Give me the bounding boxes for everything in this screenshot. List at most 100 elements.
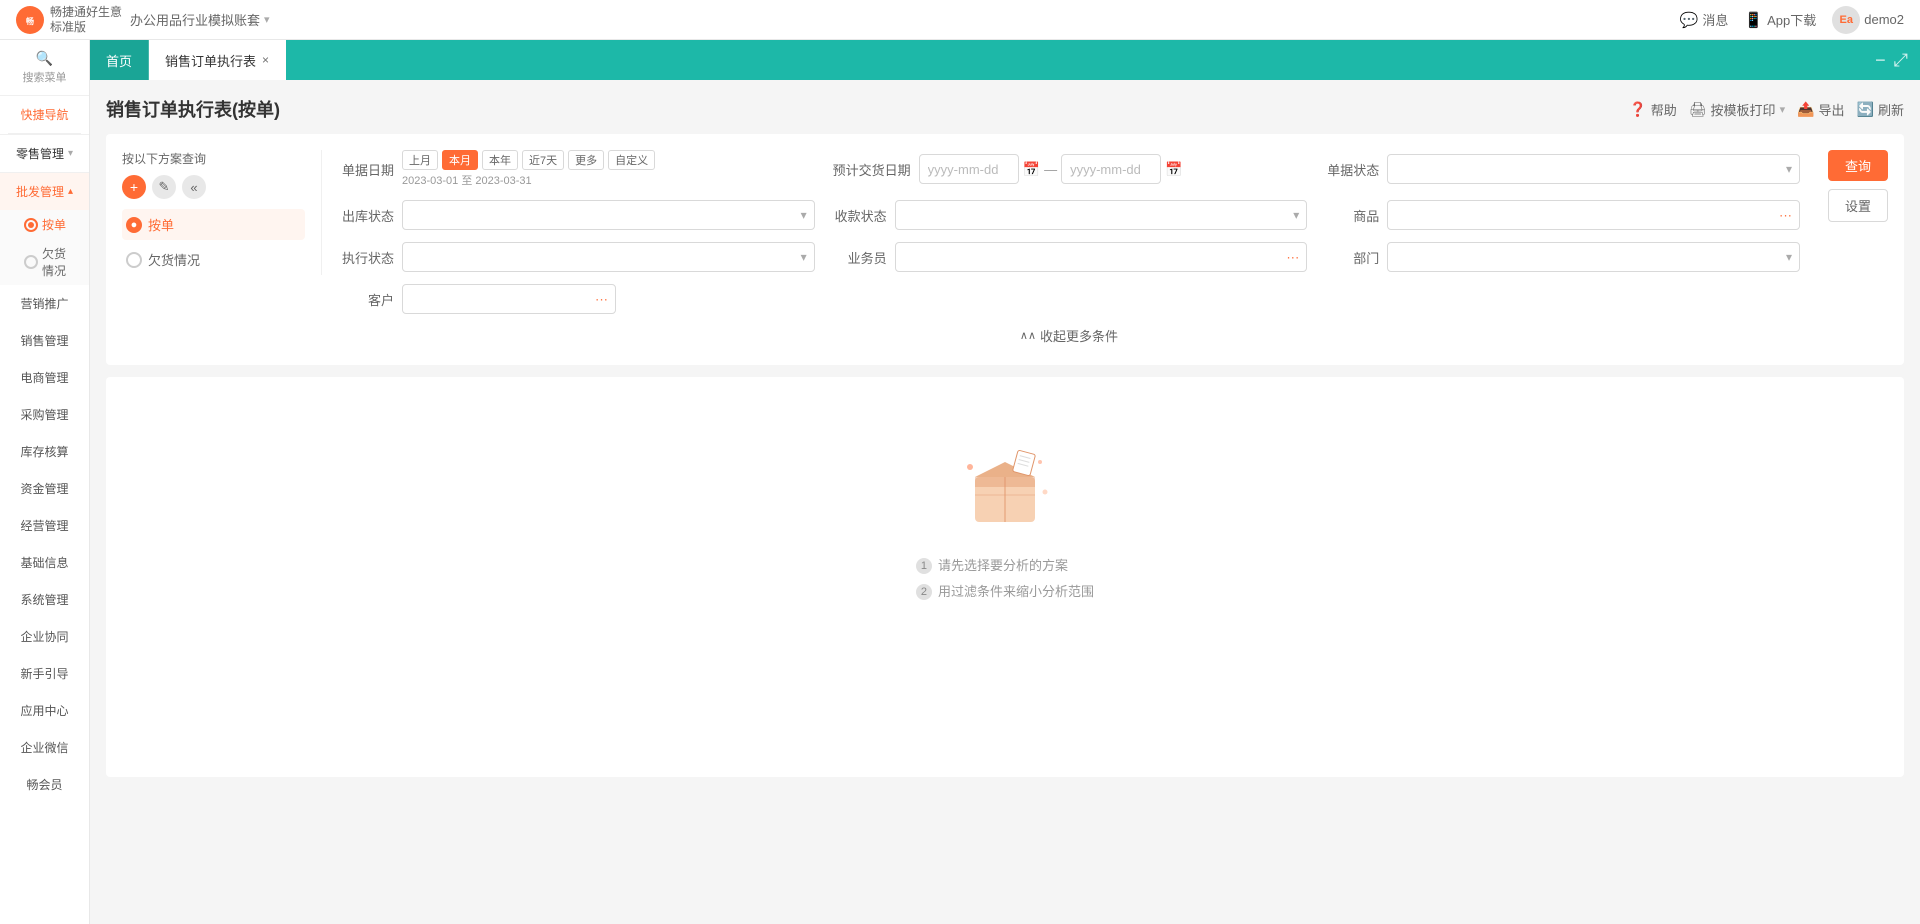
breadcrumb[interactable]: 办公用品行业模拟账套 ▾ <box>130 10 270 29</box>
salesperson-label: 业务员 <box>831 248 887 267</box>
refresh-button[interactable]: 🔄 刷新 <box>1857 100 1904 119</box>
scheme-active-icon: ● <box>126 217 142 233</box>
query-buttons: 查询 设置 <box>1828 150 1888 222</box>
shortcut-custom[interactable]: 自定义 <box>608 150 655 170</box>
nav-label-app-center: 应用中心 <box>20 704 68 718</box>
plus-icon: + <box>130 179 138 195</box>
doc-status-control <box>1387 154 1800 184</box>
tab-minimize-icon[interactable]: − <box>1875 50 1886 71</box>
exec-status-select[interactable] <box>402 242 815 272</box>
page-actions: ❓ 帮助 🖨 按模板打印 ▾ 📤 导出 🔄 刷新 <box>1629 100 1904 119</box>
sidebar-item-purchase[interactable]: 采购管理 <box>0 396 89 433</box>
breadcrumb-arrow-icon: ▾ <box>264 13 270 26</box>
filter-collapse-row: ∧∧ 收起更多条件 <box>338 322 1800 349</box>
avatar: Ea <box>1832 6 1860 34</box>
expected-date-start-input[interactable] <box>919 154 1019 184</box>
sidebar-item-wechat[interactable]: 企业微信 <box>0 729 89 766</box>
expected-date-end-input[interactable] <box>1061 154 1161 184</box>
filter-field-customer: 客户 ··· <box>338 284 616 314</box>
refresh-icon: 🔄 <box>1857 101 1874 118</box>
calendar-start-icon[interactable]: 📅 <box>1023 161 1040 178</box>
sidebar-item-ecommerce[interactable]: 电商管理 <box>0 359 89 396</box>
sidebar-item-basic[interactable]: 基础信息 <box>0 544 89 581</box>
expected-date-label: 预计交货日期 <box>831 160 911 179</box>
message-icon: 💬 <box>1680 11 1699 29</box>
receipt-status-select[interactable] <box>895 200 1308 230</box>
tip-num-1: 1 <box>916 558 932 574</box>
scheme-item-press-order[interactable]: ● 按单 <box>122 209 305 240</box>
sidebar-item-system[interactable]: 系统管理 <box>0 581 89 618</box>
exec-status-label: 执行状态 <box>338 248 394 267</box>
shortcut-cur-month[interactable]: 本月 <box>442 150 478 170</box>
export-button[interactable]: 📤 导出 <box>1797 100 1844 119</box>
sidebar-item-enterprise[interactable]: 企业协同 <box>0 618 89 655</box>
sidebar-item-operation[interactable]: 经营管理 <box>0 507 89 544</box>
shortcut-prev-month[interactable]: 上月 <box>402 150 438 170</box>
nav-label-guide: 新手引导 <box>20 667 68 681</box>
filter-panel: 按以下方案查询 + ✎ « <box>106 134 1904 365</box>
user-menu[interactable]: Ea demo2 <box>1832 6 1904 34</box>
dept-select[interactable] <box>1387 242 1800 272</box>
sidebar-item-sales[interactable]: 销售管理 <box>0 322 89 359</box>
goods-label: 商品 <box>1323 206 1379 225</box>
goods-more-icon[interactable]: ··· <box>1779 208 1792 223</box>
query-button[interactable]: 查询 <box>1828 150 1888 181</box>
customer-more-icon[interactable]: ··· <box>595 292 608 307</box>
sidebar-item-inventory[interactable]: 库存核算 <box>0 433 89 470</box>
filter-field-exec-status: 执行状态 <box>338 242 815 272</box>
scheme-item-debt[interactable]: 欠货情况 <box>122 244 305 275</box>
calendar-end-icon[interactable]: 📅 <box>1165 161 1182 178</box>
top-bar-left: 畅 畅捷通好生意 标准版 办公用品行业模拟账套 ▾ <box>16 5 270 34</box>
delivery-status-control <box>402 200 815 230</box>
goods-input[interactable] <box>1387 200 1800 230</box>
sidebar-quick-nav[interactable]: 快捷导航 <box>0 96 89 133</box>
nav-label-member: 畅会员 <box>26 778 62 792</box>
collapse-scheme-button[interactable]: « <box>182 175 206 199</box>
help-icon: ❓ <box>1629 101 1646 118</box>
doc-status-select[interactable] <box>1387 154 1800 184</box>
sidebar-item-guide[interactable]: 新手引导 <box>0 655 89 692</box>
sidebar-item-press-order[interactable]: 按单 <box>0 210 89 239</box>
sidebar-item-member[interactable]: 畅会员 <box>0 766 89 803</box>
delivery-status-select[interactable] <box>402 200 815 230</box>
customer-input[interactable] <box>402 284 616 314</box>
filter-scheme-panel: 按以下方案查询 + ✎ « <box>122 150 322 275</box>
sidebar-item-retail[interactable]: 零售管理 ▾ <box>0 134 89 172</box>
tab-maximize-icon[interactable]: ⤢ <box>1894 50 1908 71</box>
salesperson-input[interactable] <box>895 242 1308 272</box>
filter-field-receipt-status: 收款状态 <box>831 200 1308 230</box>
sidebar-item-finance[interactable]: 资金管理 <box>0 470 89 507</box>
shortcut-cur-year[interactable]: 本年 <box>482 150 518 170</box>
print-button[interactable]: 🖨 按模板打印 ▾ <box>1689 100 1785 119</box>
edit-scheme-button[interactable]: ✎ <box>152 175 176 199</box>
shortcut-7days[interactable]: 近7天 <box>522 150 564 170</box>
message-button[interactable]: 💬 消息 <box>1680 10 1729 29</box>
sidebar-search[interactable]: 🔍 搜索菜单 <box>0 40 89 96</box>
sidebar-item-app-center[interactable]: 应用中心 <box>0 692 89 729</box>
filter-field-goods: 商品 ··· <box>1323 200 1800 230</box>
circle-icon <box>24 218 38 232</box>
tab-home[interactable]: 首页 <box>90 40 149 80</box>
nav-label-system: 系统管理 <box>20 593 68 607</box>
sidebar-item-wholesale[interactable]: 批发管理 ▴ <box>0 172 89 210</box>
app-download-button[interactable]: 📱 App下载 <box>1744 10 1816 29</box>
sidebar: 🔍 搜索菜单 快捷导航 零售管理 ▾ 批发管理 ▴ 按单 欠货情况 <box>0 40 90 924</box>
collapse-button[interactable]: ∧∧ 收起更多条件 <box>1020 326 1118 345</box>
tab-close-icon[interactable]: × <box>262 53 269 67</box>
exec-status-control <box>402 242 815 272</box>
scheme-inactive-icon <box>126 252 142 268</box>
nav-label-operation: 经营管理 <box>20 519 68 533</box>
salesperson-more-icon[interactable]: ··· <box>1286 250 1299 265</box>
settings-button[interactable]: 设置 <box>1828 189 1888 222</box>
tab-sales-exec[interactable]: 销售订单执行表 × <box>149 40 286 80</box>
receipt-status-control <box>895 200 1308 230</box>
filter-field-dept: 部门 <box>1323 242 1800 272</box>
shortcut-more[interactable]: 更多 <box>568 150 604 170</box>
page-title: 销售订单执行表(按单) <box>106 96 280 122</box>
help-button[interactable]: ❓ 帮助 <box>1629 100 1676 119</box>
add-scheme-button[interactable]: + <box>122 175 146 199</box>
sidebar-item-marketing[interactable]: 营销推广 <box>0 285 89 322</box>
sidebar-item-debt[interactable]: 欠货情况 <box>0 239 89 285</box>
filter-fields: 单据日期 上月 本月 本年 近7天 更多 <box>338 150 1800 349</box>
dept-label: 部门 <box>1323 248 1379 267</box>
